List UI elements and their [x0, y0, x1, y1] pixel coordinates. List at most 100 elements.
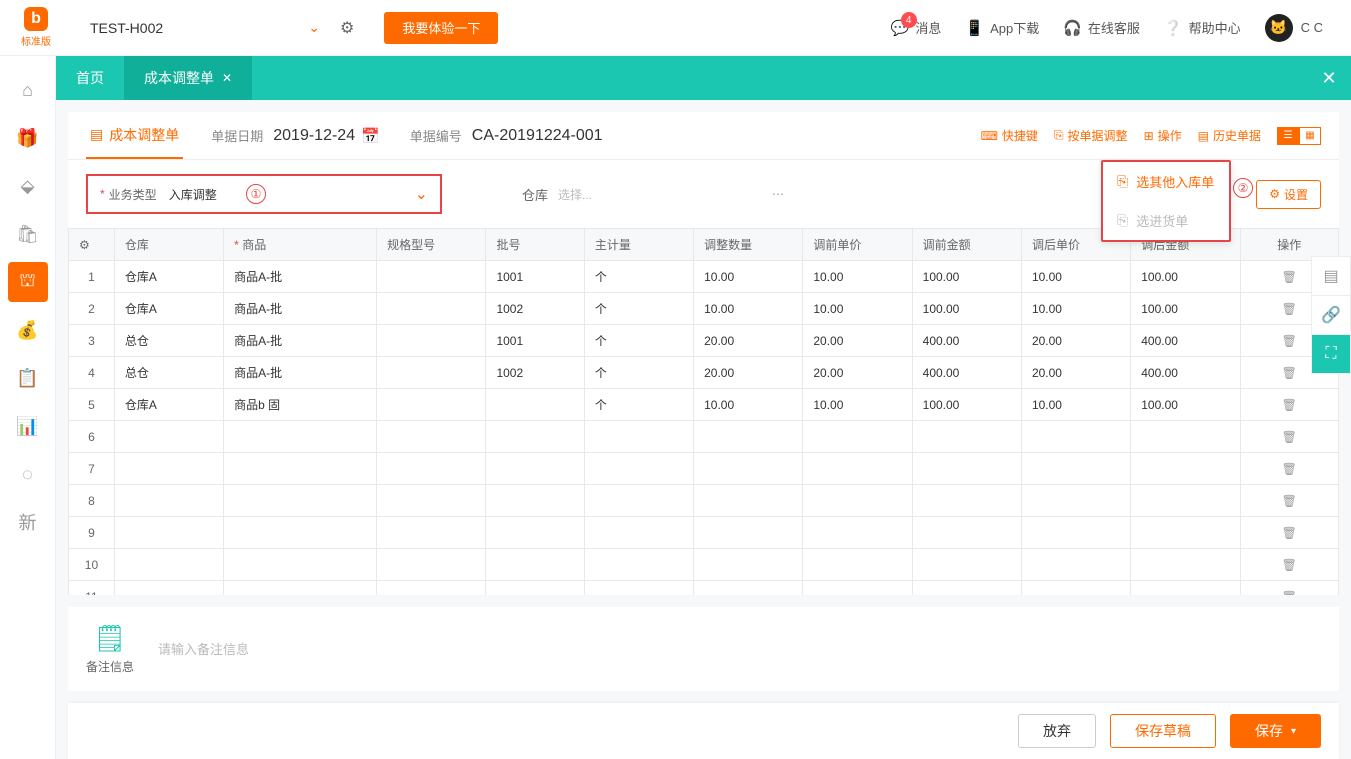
cell-product[interactable]: [224, 421, 377, 453]
cell-spec[interactable]: [377, 549, 486, 581]
cell-unit[interactable]: [584, 453, 693, 485]
menu-item-other-inbound[interactable]: ⎘ 选其他入库单: [1103, 162, 1229, 201]
help-center-link[interactable]: ❔ 帮助中心: [1164, 18, 1241, 37]
cell-pre-price[interactable]: 10.00: [803, 261, 912, 293]
cell-pre-price[interactable]: [803, 421, 912, 453]
adjust-by-doc-link[interactable]: ⎘按单据调整: [1054, 127, 1128, 144]
cell-post-price[interactable]: [1021, 453, 1130, 485]
cell-pre-amount[interactable]: [912, 421, 1021, 453]
cell-warehouse[interactable]: [114, 485, 223, 517]
nav-home-icon[interactable]: ⌂: [8, 70, 48, 110]
rail-expand-icon[interactable]: ⛶: [1311, 334, 1351, 374]
cell-post-amount[interactable]: [1131, 517, 1240, 549]
nav-sync-icon[interactable]: ◌: [8, 454, 48, 494]
cell-product[interactable]: 商品A-批: [224, 357, 377, 389]
nav-bag-icon[interactable]: 🛍: [8, 214, 48, 254]
cell-post-price[interactable]: 10.00: [1021, 389, 1130, 421]
cell-batch[interactable]: 1001: [486, 325, 584, 357]
table-row[interactable]: 7🗑: [69, 453, 1339, 485]
cell-spec[interactable]: [377, 357, 486, 389]
delete-row-icon[interactable]: 🗑: [1240, 421, 1339, 453]
delete-row-icon[interactable]: 🗑: [1240, 485, 1339, 517]
cell-qty[interactable]: 20.00: [694, 357, 803, 389]
cell-post-price[interactable]: 20.00: [1021, 325, 1130, 357]
cell-product[interactable]: [224, 517, 377, 549]
cell-post-price[interactable]: 10.00: [1021, 293, 1130, 325]
cell-qty[interactable]: 20.00: [694, 325, 803, 357]
cell-pre-price[interactable]: 20.00: [803, 325, 912, 357]
nav-money-icon[interactable]: 💰: [8, 310, 48, 350]
cell-warehouse[interactable]: 总仓: [114, 357, 223, 389]
cell-unit[interactable]: [584, 581, 693, 596]
cell-pre-amount[interactable]: 100.00: [912, 261, 1021, 293]
cell-qty[interactable]: [694, 453, 803, 485]
discard-button[interactable]: 放弃: [1018, 714, 1096, 748]
cell-post-amount[interactable]: 400.00: [1131, 357, 1240, 389]
doc-date-value[interactable]: 2019-12-24: [273, 127, 355, 145]
cell-unit[interactable]: [584, 517, 693, 549]
cell-spec[interactable]: [377, 293, 486, 325]
cell-product[interactable]: 商品b 固: [224, 389, 377, 421]
cell-spec[interactable]: [377, 517, 486, 549]
cell-product[interactable]: 商品A-批: [224, 261, 377, 293]
nav-clipboard-icon[interactable]: 📋: [8, 358, 48, 398]
cell-post-price[interactable]: [1021, 421, 1130, 453]
cell-qty[interactable]: 10.00: [694, 293, 803, 325]
cell-pre-price[interactable]: 10.00: [803, 389, 912, 421]
online-service-link[interactable]: 🎧 在线客服: [1063, 18, 1140, 37]
cell-pre-amount[interactable]: [912, 517, 1021, 549]
cell-pre-price[interactable]: 10.00: [803, 293, 912, 325]
cell-unit[interactable]: 个: [584, 261, 693, 293]
cell-pre-price[interactable]: 20.00: [803, 357, 912, 389]
table-row[interactable]: 4总仓商品A-批1002个20.0020.00400.0020.00400.00…: [69, 357, 1339, 389]
cta-button[interactable]: 我要体验一下: [384, 12, 498, 44]
cell-warehouse[interactable]: [114, 421, 223, 453]
remark-input[interactable]: [158, 642, 1321, 657]
cell-unit[interactable]: 个: [584, 325, 693, 357]
cell-unit[interactable]: [584, 421, 693, 453]
nav-report-icon[interactable]: 📊: [8, 406, 48, 446]
nav-gift-icon[interactable]: 🎁: [8, 118, 48, 158]
cell-pre-amount[interactable]: 400.00: [912, 357, 1021, 389]
more-icon[interactable]: ⋯: [772, 187, 784, 201]
view-toggle[interactable]: ☰ ▦: [1277, 127, 1321, 145]
cell-pre-price[interactable]: [803, 485, 912, 517]
table-row[interactable]: 10🗑: [69, 549, 1339, 581]
nav-warehouse-icon[interactable]: ⛫: [8, 262, 48, 302]
cell-pre-amount[interactable]: [912, 581, 1021, 596]
tab-home[interactable]: 首页: [56, 56, 124, 100]
cell-batch[interactable]: [486, 421, 584, 453]
settings-button[interactable]: ⚙ 设置: [1256, 180, 1321, 209]
cell-pre-amount[interactable]: [912, 453, 1021, 485]
delete-row-icon[interactable]: 🗑: [1240, 517, 1339, 549]
cell-pre-amount[interactable]: 100.00: [912, 293, 1021, 325]
cell-unit[interactable]: 个: [584, 389, 693, 421]
cell-post-amount[interactable]: 400.00: [1131, 325, 1240, 357]
cell-unit[interactable]: 个: [584, 293, 693, 325]
cell-post-price[interactable]: 20.00: [1021, 357, 1130, 389]
cell-batch[interactable]: 1002: [486, 357, 584, 389]
cell-batch[interactable]: [486, 517, 584, 549]
close-all-tabs-button[interactable]: ✕: [1307, 56, 1351, 100]
cell-post-amount[interactable]: [1131, 421, 1240, 453]
delete-row-icon[interactable]: 🗑: [1240, 581, 1339, 596]
cell-spec[interactable]: [377, 453, 486, 485]
cell-post-amount[interactable]: 100.00: [1131, 293, 1240, 325]
save-button[interactable]: 保存 ▾: [1230, 714, 1321, 748]
cell-pre-price[interactable]: [803, 453, 912, 485]
cell-pre-amount[interactable]: [912, 549, 1021, 581]
messages-link[interactable]: 💬 消息 4: [891, 18, 942, 37]
cell-qty[interactable]: [694, 517, 803, 549]
cell-warehouse[interactable]: 仓库A: [114, 293, 223, 325]
cell-warehouse[interactable]: 仓库A: [114, 261, 223, 293]
nav-new-icon[interactable]: 新: [8, 502, 48, 542]
cell-post-price[interactable]: [1021, 485, 1130, 517]
cell-product[interactable]: [224, 453, 377, 485]
table-row[interactable]: 11🗑: [69, 581, 1339, 596]
cell-batch[interactable]: 1001: [486, 261, 584, 293]
calendar-icon[interactable]: 📅: [361, 127, 380, 145]
cell-qty[interactable]: 10.00: [694, 261, 803, 293]
cell-batch[interactable]: [486, 549, 584, 581]
cell-post-amount[interactable]: [1131, 549, 1240, 581]
cell-spec[interactable]: [377, 581, 486, 596]
